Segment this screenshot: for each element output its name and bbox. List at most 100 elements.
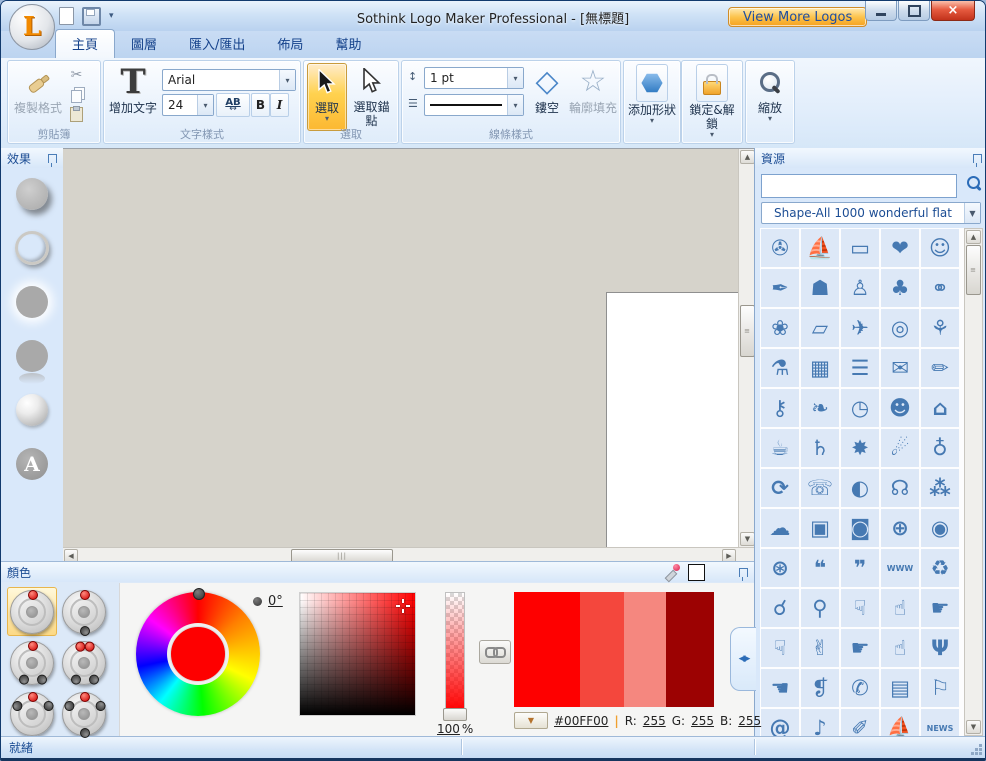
saturation-value-picker[interactable]: [299, 592, 416, 716]
resource-category-dropdown-icon[interactable]: ▼: [964, 203, 980, 223]
italic-button[interactable]: I: [270, 93, 289, 117]
globe-refresh-icon[interactable]: ⟳: [761, 469, 799, 507]
rose-vase-icon[interactable]: ⚘: [921, 309, 959, 347]
globe-location-icon[interactable]: ⚲: [801, 589, 839, 627]
cut-icon[interactable]: ✂: [71, 67, 83, 83]
line-width-combo[interactable]: 1 pt ▾: [424, 67, 524, 89]
globe-grid-icon[interactable]: ⊕: [881, 509, 919, 547]
select-anchor-button[interactable]: 選取錨點: [348, 63, 395, 129]
color-wheel[interactable]: [136, 592, 260, 716]
ok-hand-icon[interactable]: ✌: [801, 629, 839, 667]
layer-stack-icon[interactable]: ☰: [841, 349, 879, 387]
resources-scroll-thumb[interactable]: ≡: [966, 245, 981, 295]
effect-shadow-button[interactable]: [8, 174, 56, 214]
envelope-icon[interactable]: ✉: [881, 349, 919, 387]
angle-value[interactable]: 0°: [268, 594, 283, 609]
thumbs-down-icon[interactable]: ☟: [761, 629, 799, 667]
like-hand-icon[interactable]: ☚: [761, 669, 799, 707]
copy-icon[interactable]: [71, 90, 82, 103]
hex-value[interactable]: #00FF00: [554, 714, 608, 728]
dog-icon[interactable]: ☺: [921, 229, 959, 267]
swatch-3[interactable]: [624, 592, 666, 707]
hand-point-up-icon[interactable]: ☝: [881, 629, 919, 667]
select-dropdown-icon[interactable]: ▾: [325, 116, 329, 122]
letter-spacing-button[interactable]: AB ↔: [216, 93, 250, 117]
app-logo-icon[interactable]: L: [9, 4, 55, 50]
tab-layout[interactable]: 佈局: [261, 30, 319, 58]
color-scheme-1[interactable]: [7, 587, 57, 636]
chick-icon[interactable]: ♙: [841, 269, 879, 307]
line-width-dropdown-icon[interactable]: ▾: [507, 68, 523, 88]
vertical-scroll-thumb[interactable]: ≡: [740, 305, 755, 357]
tab-import-export[interactable]: 匯入/匯出: [173, 30, 261, 58]
globe-sphere-icon[interactable]: ◉: [921, 509, 959, 547]
bus-icon[interactable]: ▭: [841, 229, 879, 267]
outline-fill-button[interactable]: ☆ 輪廓填充: [569, 64, 617, 128]
speech-bubble-icon[interactable]: ❝: [801, 549, 839, 587]
globe-call-icon[interactable]: ✆: [841, 669, 879, 707]
swatch-2[interactable]: [580, 592, 624, 707]
hollow-button[interactable]: ◇ 鏤空: [526, 64, 568, 128]
film-strip-icon[interactable]: ✇: [761, 229, 799, 267]
color-scheme-6[interactable]: [59, 689, 109, 738]
post-horn-icon[interactable]: ❧: [801, 389, 839, 427]
padlock-icon[interactable]: ⚷: [761, 389, 799, 427]
effect-glow-button[interactable]: [8, 282, 56, 322]
cloud-icon[interactable]: ☁: [761, 509, 799, 547]
car-icon[interactable]: ⚭: [921, 269, 959, 307]
paper-plane-icon[interactable]: ✈: [841, 309, 879, 347]
alpha-value[interactable]: 100: [437, 722, 460, 736]
canvas-vertical-scrollbar[interactable]: ▲ ≡ ▼: [738, 149, 755, 547]
effect-sphere-button[interactable]: [8, 390, 56, 430]
font-size-combo[interactable]: 24 ▾: [162, 94, 214, 116]
pencil-icon[interactable]: ✏: [921, 349, 959, 387]
select-button[interactable]: 選取 ▾: [307, 63, 347, 131]
artboard[interactable]: [606, 292, 739, 548]
g-value[interactable]: 255: [691, 714, 714, 728]
thumbs-up-icon[interactable]: ☝: [881, 589, 919, 627]
tab-layers[interactable]: 圖層: [115, 30, 173, 58]
r-value[interactable]: 255: [643, 714, 666, 728]
canvas-area[interactable]: ▲ ≡ ▼ ◀ ||| ▶: [63, 148, 754, 562]
camera-icon[interactable]: ◙: [841, 509, 879, 547]
hand-point-down-icon[interactable]: ☟: [841, 589, 879, 627]
color-scheme-5[interactable]: [7, 689, 57, 738]
coffee-cup-icon[interactable]: ☕: [761, 429, 799, 467]
lock-unlock-button[interactable]: 鎖定&解鎖 ▾: [684, 64, 740, 138]
close-button[interactable]: ×: [931, 1, 975, 21]
map-pin-icon[interactable]: ⚐: [921, 669, 959, 707]
swatch-1[interactable]: [514, 592, 580, 707]
color-scheme-4[interactable]: [59, 638, 109, 687]
globe-phone-icon[interactable]: ☏: [801, 469, 839, 507]
effect-reflect-button[interactable]: [8, 336, 56, 376]
alpha-slider-thumb[interactable]: [443, 708, 467, 721]
scroll-up-icon[interactable]: ▲: [966, 230, 981, 244]
earth-icon[interactable]: ◐: [841, 469, 879, 507]
bold-button[interactable]: B: [251, 93, 270, 117]
current-color-swatch[interactable]: [688, 564, 705, 581]
target-arrow-icon[interactable]: ◎: [881, 309, 919, 347]
water-drops-icon[interactable]: ⁂: [921, 469, 959, 507]
tab-help[interactable]: 幫助: [319, 30, 377, 58]
color-scheme-3[interactable]: [7, 638, 57, 687]
globe-fish-icon[interactable]: ☄: [881, 429, 919, 467]
clock-icon[interactable]: ◷: [841, 389, 879, 427]
resource-category-combo[interactable]: Shape-All 1000 wonderful flat ▼: [761, 202, 981, 224]
planet-icon[interactable]: ♄: [801, 429, 839, 467]
hue-handle[interactable]: [193, 588, 205, 600]
pin-icon[interactable]: [739, 568, 748, 577]
paste-icon[interactable]: [70, 107, 83, 122]
font-family-dropdown-icon[interactable]: ▾: [279, 70, 295, 90]
panel-collapse-button[interactable]: ◀▶: [730, 627, 756, 691]
font-size-dropdown-icon[interactable]: ▾: [197, 95, 213, 115]
view-more-logos-button[interactable]: View More Logos: [728, 7, 867, 27]
scroll-down-icon[interactable]: ▼: [966, 720, 981, 734]
font-family-combo[interactable]: Arial ▾: [162, 69, 296, 91]
id-card-chat-icon[interactable]: ▤: [881, 669, 919, 707]
tab-home[interactable]: 主頁: [55, 29, 115, 58]
piggy-bank-icon[interactable]: ☗: [801, 269, 839, 307]
search-icon[interactable]: [967, 176, 980, 189]
globe-chat-icon[interactable]: ❡: [801, 669, 839, 707]
speech-bubble-2-icon[interactable]: ❞: [841, 549, 879, 587]
quill-pen-icon[interactable]: ✒: [761, 269, 799, 307]
